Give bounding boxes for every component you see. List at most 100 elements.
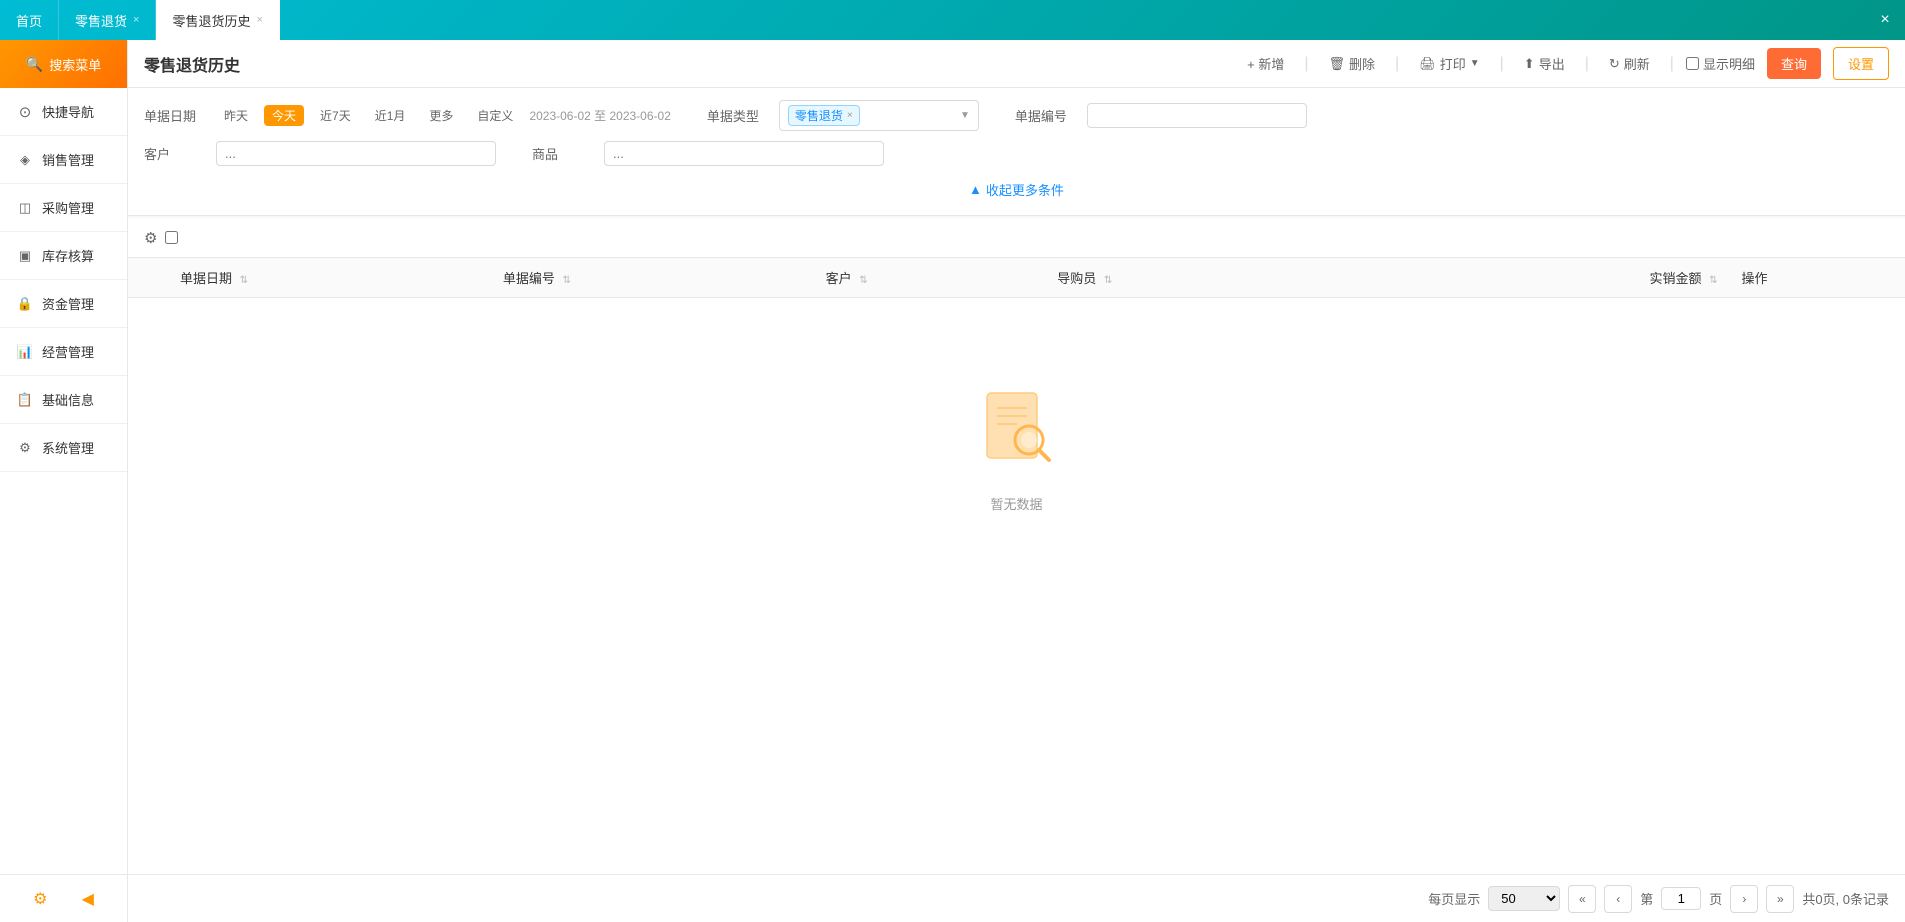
- next-page-button[interactable]: ›: [1730, 885, 1758, 913]
- sort-amount-icon: ⇅: [1709, 275, 1717, 286]
- type-filter-select[interactable]: 零售退货 × ▼: [779, 100, 979, 131]
- sort-number-icon: ⇅: [562, 275, 570, 286]
- page-title: 零售退货历史: [144, 52, 240, 76]
- sort-date-icon: ⇅: [240, 275, 248, 286]
- type-filter-label: 单据类型: [707, 106, 763, 125]
- empty-state-text: 暂无数据: [990, 494, 1042, 513]
- sidebar-item-inventory[interactable]: ▣ 库存核算: [0, 232, 127, 280]
- date-btn-yesterday[interactable]: 昨天: [216, 105, 256, 126]
- sales-icon: ◈: [16, 151, 34, 169]
- tab-retail-return-history[interactable]: 零售退货历史 ×: [156, 0, 279, 40]
- refresh-icon: ↻: [1609, 56, 1620, 72]
- sidebar-item-finance[interactable]: 🔒 资金管理: [0, 280, 127, 328]
- sidebar-search-button[interactable]: 🔍 搜索菜单: [0, 40, 127, 88]
- table-toolbar: ⚙: [128, 218, 1905, 258]
- tab-home[interactable]: 首页: [0, 0, 59, 40]
- main-layout: 🔍 搜索菜单 ⊙ 快捷导航 ◈ 销售管理 ◫ 采购管理 ▣ 库存核算 🔒 资金: [0, 40, 1905, 922]
- sidebar-item-operations[interactable]: 📊 经营管理: [0, 328, 127, 376]
- sidebar-item-quick-nav[interactable]: ⊙ 快捷导航: [0, 88, 127, 136]
- date-btn-today[interactable]: 今天: [264, 105, 304, 126]
- sidebar-item-label: 资金管理: [42, 294, 94, 313]
- show-detail-checkbox[interactable]: [1686, 57, 1699, 70]
- tab-retail-return-history-close[interactable]: ×: [256, 14, 262, 26]
- th-spacer: [1323, 258, 1407, 298]
- th-action: 操作: [1730, 258, 1905, 298]
- window-close-button[interactable]: ×: [1865, 0, 1905, 40]
- print-button[interactable]: 🖨 打印 ▼: [1411, 50, 1487, 77]
- total-records-label: 共0页, 0条记录: [1802, 889, 1889, 908]
- tab-retail-return[interactable]: 零售退货 ×: [59, 0, 156, 40]
- date-btn-7days[interactable]: 近7天: [312, 105, 359, 126]
- sidebar-item-sales[interactable]: ◈ 销售管理: [0, 136, 127, 184]
- page-number-input[interactable]: [1661, 887, 1701, 910]
- first-page-button[interactable]: «: [1568, 885, 1596, 913]
- sort-customer-icon: ⇅: [859, 275, 867, 286]
- delete-icon: 🗑: [1329, 56, 1346, 72]
- basic-info-icon: 📋: [16, 391, 34, 409]
- table-settings-icon[interactable]: ⚙: [144, 229, 157, 247]
- last-page-button[interactable]: »: [1766, 885, 1794, 913]
- filter-collapse-row: ▲ 收起更多条件: [144, 176, 1889, 203]
- goods-input[interactable]: [604, 141, 884, 166]
- th-guide[interactable]: 导购员 ⇅: [1045, 258, 1322, 298]
- th-number[interactable]: 单据编号 ⇅: [491, 258, 814, 298]
- delete-button[interactable]: 🗑 删除: [1321, 50, 1384, 77]
- settings-button[interactable]: 设置: [1833, 47, 1889, 80]
- sidebar-search-label: 搜索菜单: [49, 55, 101, 74]
- print-icon: 🖨: [1419, 56, 1436, 72]
- page-header: 零售退货历史 + 新增 | 🗑 删除 | 🖨 打印 ▼ | ⬆: [128, 40, 1905, 88]
- header-actions: + 新增 | 🗑 删除 | 🖨 打印 ▼ | ⬆ 导出 |: [1239, 47, 1889, 80]
- quick-nav-icon: ⊙: [16, 103, 34, 121]
- voucher-filter-label: 单据编号: [1015, 106, 1071, 125]
- search-icon: 🔍: [26, 56, 43, 73]
- th-checkbox: [128, 258, 168, 298]
- sidebar-settings-icon[interactable]: ⚙: [33, 889, 47, 909]
- export-icon: ⬆: [1524, 56, 1535, 72]
- per-page-select[interactable]: 50 10 20 100: [1488, 886, 1560, 911]
- date-btn-1month[interactable]: 近1月: [367, 105, 414, 126]
- sidebar-item-purchase[interactable]: ◫ 采购管理: [0, 184, 127, 232]
- collapse-icon: ▲: [969, 182, 982, 197]
- page-suffix: 页: [1709, 889, 1722, 908]
- tab-retail-return-close[interactable]: ×: [133, 14, 139, 26]
- data-table: 单据日期 ⇅ 单据编号 ⇅ 客户 ⇅ 导购员 ⇅: [128, 258, 1905, 593]
- sidebar: 🔍 搜索菜单 ⊙ 快捷导航 ◈ 销售管理 ◫ 采购管理 ▣ 库存核算 🔒 资金: [0, 40, 128, 922]
- date-filter-label: 单据日期: [144, 106, 200, 125]
- date-btn-more[interactable]: 更多: [421, 105, 461, 126]
- tab-list: 首页 零售退货 × 零售退货历史 ×: [0, 0, 1865, 40]
- sidebar-collapse-icon[interactable]: ◀: [82, 889, 94, 909]
- refresh-button[interactable]: ↻ 刷新: [1601, 50, 1658, 77]
- select-all-checkbox[interactable]: [165, 231, 178, 244]
- filter-row-1: 单据日期 昨天 今天 近7天 近1月 更多 自定义 2023-06-02 至 2…: [144, 100, 1889, 131]
- empty-row: 暂无数据: [128, 298, 1905, 594]
- page-label: 第: [1640, 889, 1653, 908]
- collapse-filter-button[interactable]: ▲ 收起更多条件: [969, 176, 1064, 203]
- per-page-label: 每页显示: [1428, 889, 1480, 908]
- prev-page-button[interactable]: ‹: [1604, 885, 1632, 913]
- export-button[interactable]: ⬆ 导出: [1516, 50, 1573, 77]
- sidebar-bottom: ⚙ ◀: [0, 874, 127, 922]
- customer-input[interactable]: [216, 141, 496, 166]
- table-container: ⚙ 单据日期 ⇅ 单据编号 ⇅: [128, 218, 1905, 874]
- sidebar-item-basic-info[interactable]: 📋 基础信息: [0, 376, 127, 424]
- content-area: 零售退货历史 + 新增 | 🗑 删除 | 🖨 打印 ▼ | ⬆: [128, 40, 1905, 922]
- sidebar-item-label: 快捷导航: [42, 102, 94, 121]
- sort-guide-icon: ⇅: [1104, 275, 1112, 286]
- sidebar-item-label: 经营管理: [42, 342, 94, 361]
- th-customer[interactable]: 客户 ⇅: [814, 258, 1046, 298]
- type-tag-close[interactable]: ×: [847, 110, 853, 121]
- sidebar-item-system[interactable]: ⚙ 系统管理: [0, 424, 127, 472]
- pagination-bar: 每页显示 50 10 20 100 « ‹ 第 页 › » 共0页, 0条记录: [128, 874, 1905, 922]
- query-button[interactable]: 查询: [1767, 48, 1821, 79]
- th-amount[interactable]: 实销金额 ⇅: [1407, 258, 1730, 298]
- sidebar-item-label: 采购管理: [42, 198, 94, 217]
- voucher-number-input[interactable]: [1087, 103, 1307, 128]
- inventory-icon: ▣: [16, 247, 34, 265]
- new-button[interactable]: + 新增: [1239, 50, 1292, 77]
- empty-state-icon: [967, 378, 1067, 478]
- customer-filter-label: 客户: [144, 144, 200, 163]
- show-detail-checkbox-label[interactable]: 显示明细: [1686, 54, 1755, 73]
- date-btn-custom[interactable]: 自定义: [469, 105, 521, 126]
- date-filter: 昨天 今天 近7天 近1月 更多 自定义 2023-06-02 至 2023-0…: [216, 105, 671, 126]
- th-date[interactable]: 单据日期 ⇅: [168, 258, 491, 298]
